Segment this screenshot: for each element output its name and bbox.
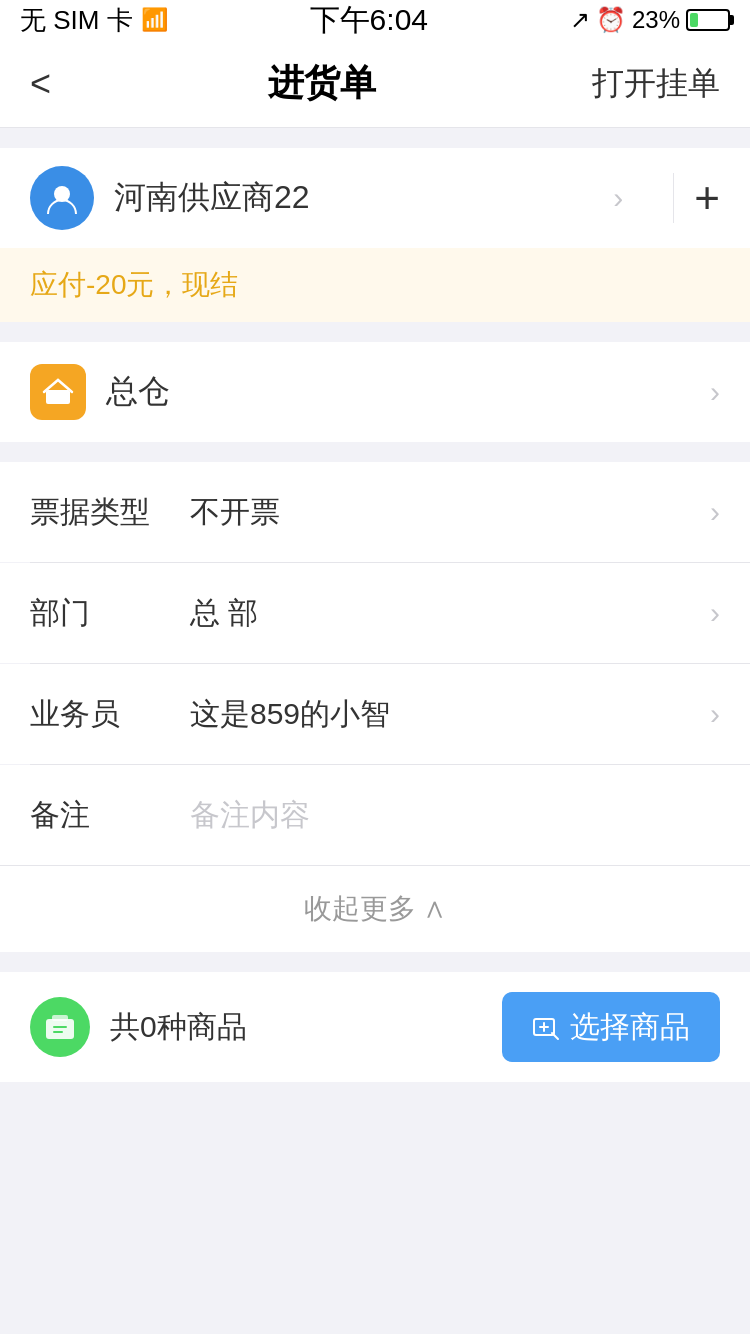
svg-rect-1: [46, 390, 70, 404]
gap-2: [0, 322, 750, 342]
ticket-type-chevron-icon: ›: [710, 495, 720, 529]
remark-label: 备注: [30, 795, 190, 836]
select-product-button[interactable]: 选择商品: [502, 992, 720, 1062]
status-bar: 无 SIM 卡 📶 下午6:04 ↗ ⏰ 23%: [0, 0, 750, 40]
supplier-section: 河南供应商22 › + 应付-20元，现结: [0, 148, 750, 322]
product-count: 共0种商品: [110, 1007, 482, 1048]
department-chevron-icon: ›: [710, 596, 720, 630]
ticket-type-label: 票据类型: [30, 492, 190, 533]
status-time: 下午6:04: [310, 0, 428, 41]
select-product-label: 选择商品: [570, 1007, 690, 1048]
status-indicators: ↗ ⏰ 23%: [570, 6, 730, 34]
battery-percent: 23%: [632, 6, 680, 34]
wifi-icon: 📶: [141, 7, 168, 33]
gap-1: [0, 128, 750, 148]
form-section: 票据类型 不开票 › 部门 总 部 › 业务员 这是859的小智 › 备注 备注…: [0, 462, 750, 952]
salesperson-value: 这是859的小智: [190, 694, 710, 735]
gap-3: [0, 442, 750, 462]
department-row[interactable]: 部门 总 部 ›: [0, 563, 750, 663]
carrier-text: 无 SIM 卡: [20, 3, 133, 38]
supplier-divider: [673, 173, 674, 223]
warehouse-name: 总仓: [106, 370, 710, 414]
salesperson-row[interactable]: 业务员 这是859的小智 ›: [0, 664, 750, 764]
alert-row: 应付-20元，现结: [0, 248, 750, 322]
alarm-icon: ⏰: [596, 6, 626, 34]
salesperson-chevron-icon: ›: [710, 697, 720, 731]
supplier-chevron-icon: ›: [613, 181, 623, 215]
battery-icon: [686, 9, 730, 31]
svg-rect-3: [52, 1015, 68, 1021]
warehouse-row[interactable]: 总仓 ›: [0, 342, 750, 442]
salesperson-label: 业务员: [30, 694, 190, 735]
supplier-avatar-icon: [44, 180, 80, 216]
page-content: 河南供应商22 › + 应付-20元，现结 总仓 › 票据类型 不开票 › 部: [0, 128, 750, 1334]
warehouse-chevron-icon: ›: [710, 375, 720, 409]
collapse-button[interactable]: 收起更多 ∧: [0, 865, 750, 952]
department-label: 部门: [30, 593, 190, 634]
supplier-avatar: [30, 166, 94, 230]
page-title: 进货单: [268, 59, 376, 108]
location-icon: ↗: [570, 6, 590, 34]
product-icon: [30, 997, 90, 1057]
back-button[interactable]: <: [30, 63, 51, 105]
supplier-name: 河南供应商22: [114, 176, 613, 220]
remark-row[interactable]: 备注 备注内容: [0, 765, 750, 865]
svg-rect-2: [46, 1019, 74, 1039]
remark-value: 备注内容: [190, 795, 720, 836]
status-carrier: 无 SIM 卡 📶: [20, 3, 168, 38]
warehouse-icon: [30, 364, 86, 420]
supplier-row[interactable]: 河南供应商22 › +: [0, 148, 750, 248]
open-pending-button[interactable]: 打开挂单: [592, 62, 720, 106]
department-value: 总 部: [190, 593, 710, 634]
add-supplier-button[interactable]: +: [694, 173, 720, 223]
ticket-type-value: 不开票: [190, 492, 710, 533]
gap-4: [0, 952, 750, 972]
ticket-type-row[interactable]: 票据类型 不开票 ›: [0, 462, 750, 562]
select-product-icon: [532, 1013, 560, 1041]
bottom-bar: 共0种商品 选择商品: [0, 972, 750, 1082]
nav-bar: < 进货单 打开挂单: [0, 40, 750, 128]
